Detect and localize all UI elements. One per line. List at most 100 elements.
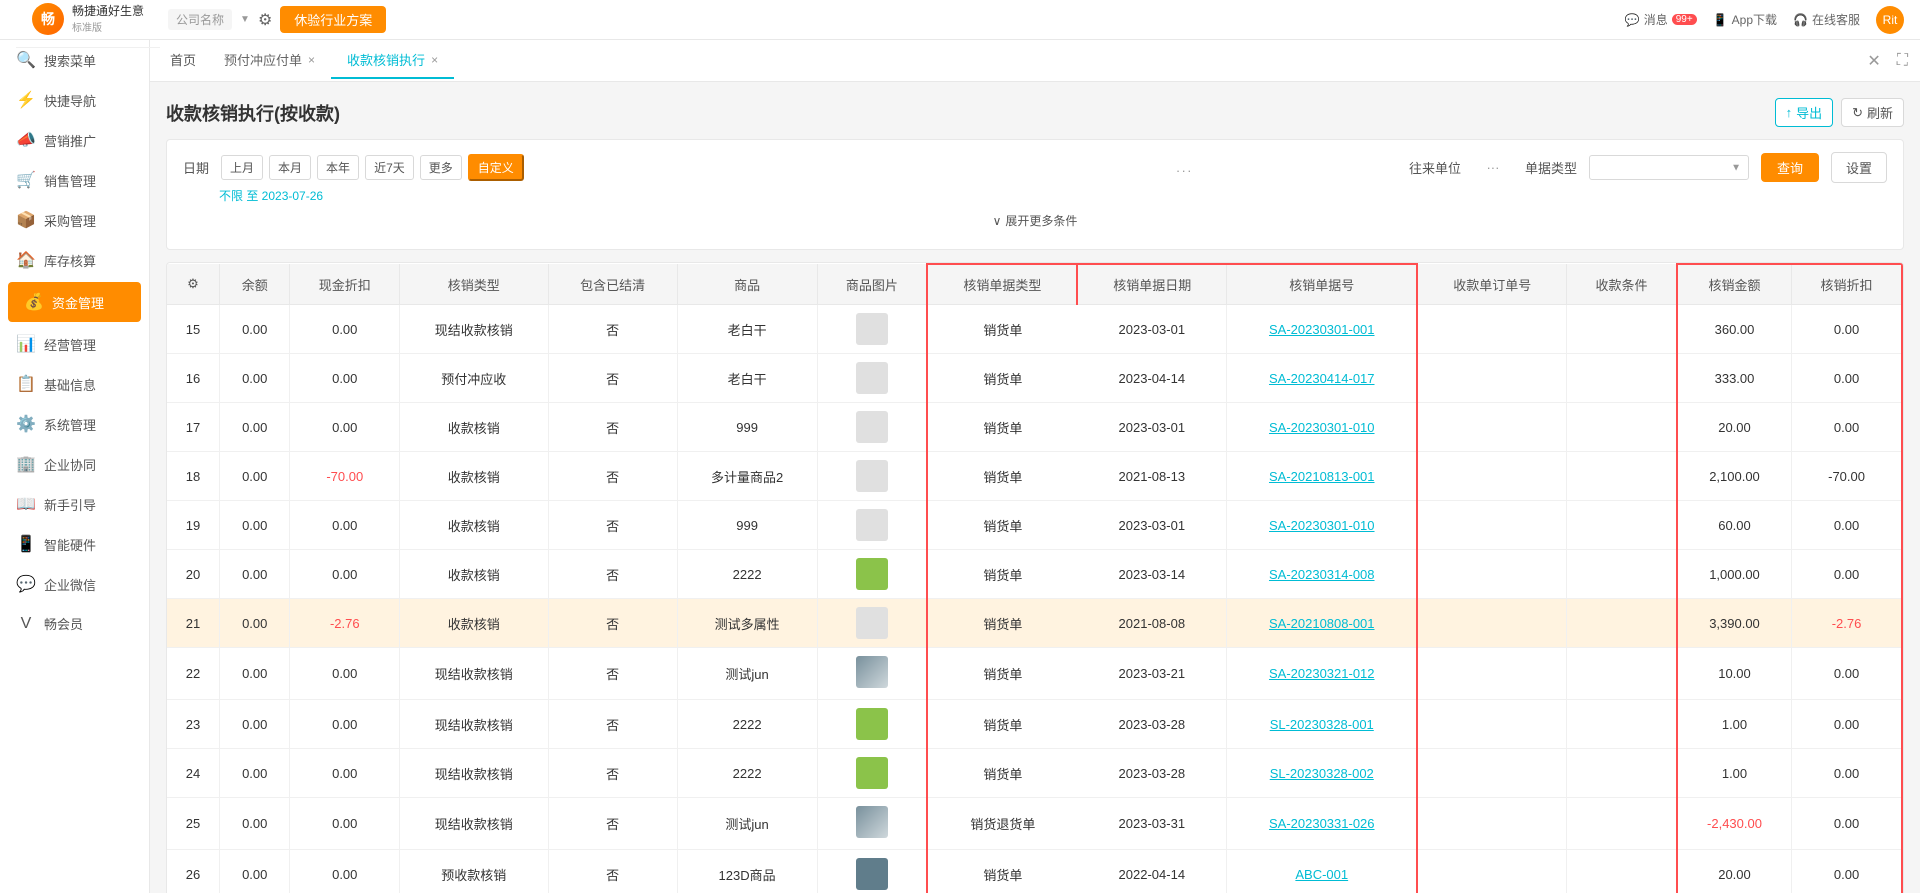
cell-bill-no-link[interactable]: SA-20230301-010 (1269, 518, 1375, 533)
col-include-cleared: 包含已结清 (548, 264, 677, 305)
cell-bill-no[interactable]: SA-20230414-017 (1227, 354, 1418, 403)
cell-type: 现结收款核销 (400, 700, 549, 749)
refresh-button[interactable]: ↻ 刷新 (1841, 98, 1904, 127)
sidebar-item-system[interactable]: ⚙️ 系统管理 (0, 404, 149, 444)
cell-bill-no[interactable]: ABC-001 (1227, 850, 1418, 893)
base-info-icon: 📋 (16, 374, 36, 394)
bill-type-select[interactable] (1589, 155, 1749, 180)
sidebar-item-wechat[interactable]: 💬 企业微信 (0, 564, 149, 604)
date-filter-label: 日期 (183, 158, 209, 177)
cell-bill-no-link[interactable]: SA-20210808-001 (1269, 616, 1375, 631)
table-cell-img (817, 749, 927, 798)
tab-writeoff-close-icon[interactable]: × (431, 53, 438, 67)
cell-bill-no[interactable]: SA-20230301-001 (1227, 305, 1418, 354)
cell-condition (1567, 501, 1677, 550)
col-condition: 收款条件 (1567, 264, 1677, 305)
sidebar-item-sales[interactable]: 🛒 销售管理 (0, 160, 149, 200)
settings-gear-icon[interactable]: ⚙ (258, 10, 272, 30)
sidebar-item-base-info[interactable]: 📋 基础信息 (0, 364, 149, 404)
sidebar-label-marketing: 营销推广 (44, 131, 96, 150)
cell-writeoff-discount: 0.00 (1792, 550, 1902, 599)
cell-bill-no-link[interactable]: SL-20230328-002 (1270, 766, 1374, 781)
col-settings-icon[interactable]: ⚙ (167, 264, 219, 305)
cell-bill-no-link[interactable]: SA-20230301-010 (1269, 420, 1375, 435)
col-writeoff-discount: 核销折扣 (1792, 264, 1902, 305)
cell-order-no (1417, 648, 1566, 700)
cell-bill-no-link[interactable]: SL-20230328-001 (1270, 717, 1374, 732)
sidebar-item-inventory[interactable]: 🏠 库存核算 (0, 240, 149, 280)
sidebar-item-guide[interactable]: 📖 新手引导 (0, 484, 149, 524)
cell-goods: 老白干 (677, 354, 817, 403)
app-download-item[interactable]: 📱 App下载 (1713, 11, 1777, 28)
sidebar-item-smart-hw[interactable]: 📱 智能硬件 (0, 524, 149, 564)
sidebar-item-member[interactable]: V 畅会员 (0, 604, 149, 643)
cell-balance: 0.00 (219, 452, 290, 501)
cell-writeoff-discount: 0.00 (1792, 700, 1902, 749)
user-avatar[interactable]: Rit (1876, 6, 1904, 34)
cell-bill-no[interactable]: SA-20210813-001 (1227, 452, 1418, 501)
tab-prepay-close-icon[interactable]: × (308, 53, 315, 67)
cell-bill-no[interactable]: SL-20230328-001 (1227, 700, 1418, 749)
sidebar-item-finance[interactable]: 💰 资金管理 (8, 282, 141, 322)
cell-order-no (1417, 305, 1566, 354)
cell-bill-no[interactable]: SA-20230314-008 (1227, 550, 1418, 599)
message-item[interactable]: 💬 消息 99+ (1625, 11, 1697, 28)
cell-no: 23 (167, 700, 219, 749)
cell-bill-no[interactable]: SA-20230301-010 (1227, 403, 1418, 452)
cell-type: 现结收款核销 (400, 749, 549, 798)
date-custom-btn[interactable]: 自定义 (468, 154, 524, 181)
cell-bill-no-link[interactable]: SA-20230414-017 (1269, 371, 1375, 386)
date-this-month-btn[interactable]: 本月 (269, 155, 311, 180)
sidebar-item-quick-nav[interactable]: ⚡ 快捷导航 (0, 80, 149, 120)
date-last-month-btn[interactable]: 上月 (221, 155, 263, 180)
filter-bar: 日期 上月 本月 本年 近7天 更多 自定义 ... 往来单位 ··· 单据类型 (166, 139, 1904, 250)
sidebar-label-base-info: 基础信息 (44, 375, 96, 394)
sidebar-item-purchase[interactable]: 📦 采购管理 (0, 200, 149, 240)
cell-included: 否 (548, 700, 677, 749)
export-icon: ↑ (1786, 105, 1793, 120)
cell-bill-no[interactable]: SA-20210808-001 (1227, 599, 1418, 648)
cell-discount: 0.00 (290, 798, 400, 850)
cell-condition (1567, 648, 1677, 700)
tab-expand-icon[interactable]: ⛶ (1893, 48, 1912, 74)
cell-bill-no[interactable]: SA-20230331-026 (1227, 798, 1418, 850)
cell-bill-no-link[interactable]: SA-20230331-026 (1269, 816, 1375, 831)
sidebar-item-marketing[interactable]: 📣 营销推广 (0, 120, 149, 160)
cell-type: 收款核销 (400, 550, 549, 599)
cell-bill-no-link[interactable]: SA-20210813-001 (1269, 469, 1375, 484)
message-label: 消息 (1644, 11, 1668, 28)
cell-bill-date: 2021-08-13 (1077, 452, 1226, 501)
cell-bill-no[interactable]: SA-20230321-012 (1227, 648, 1418, 700)
cell-bill-no[interactable]: SA-20230301-010 (1227, 501, 1418, 550)
sidebar-item-enterprise[interactable]: 🏢 企业协同 (0, 444, 149, 484)
enterprise-icon: 🏢 (16, 454, 36, 474)
cell-bill-no-link[interactable]: ABC-001 (1295, 867, 1348, 882)
cell-type: 收款核销 (400, 599, 549, 648)
cell-no: 15 (167, 305, 219, 354)
date-more-btn[interactable]: 更多 (420, 155, 462, 180)
cell-no: 20 (167, 550, 219, 599)
cell-bill-no-link[interactable]: SA-20230321-012 (1269, 666, 1375, 681)
tab-close-all-icon[interactable]: ✕ (1863, 47, 1884, 75)
cell-bill-no-link[interactable]: SA-20230301-001 (1269, 322, 1375, 337)
cell-bill-type: 销货单 (927, 599, 1077, 648)
cell-no: 17 (167, 403, 219, 452)
table-row: 260.000.00预收款核销否123D商品销货单2022-04-14ABC-0… (167, 850, 1902, 893)
cell-amount: 360.00 (1677, 305, 1792, 354)
cell-type: 收款核销 (400, 452, 549, 501)
settings-button[interactable]: 设置 (1831, 152, 1887, 183)
cell-bill-no-link[interactable]: SA-20230314-008 (1269, 567, 1375, 582)
query-button[interactable]: 查询 (1761, 153, 1819, 182)
sidebar-item-operations[interactable]: 📊 经营管理 (0, 324, 149, 364)
export-button[interactable]: ↑ 导出 (1775, 98, 1834, 127)
cell-discount: 0.00 (290, 850, 400, 893)
date-this-year-btn[interactable]: 本年 (317, 155, 359, 180)
expand-more-btn[interactable]: ∨ 展开更多条件 (183, 212, 1887, 229)
online-service-item[interactable]: 🎧 在线客服 (1793, 11, 1860, 28)
company-dropdown-arrow[interactable]: ▼ (240, 14, 250, 25)
date-last-7days-btn[interactable]: 近7天 (365, 155, 414, 180)
cell-bill-no[interactable]: SL-20230328-002 (1227, 749, 1418, 798)
cell-bill-date: 2023-03-01 (1077, 305, 1226, 354)
industry-solution-button[interactable]: 休验行业方案 (280, 6, 386, 33)
cell-no: 22 (167, 648, 219, 700)
